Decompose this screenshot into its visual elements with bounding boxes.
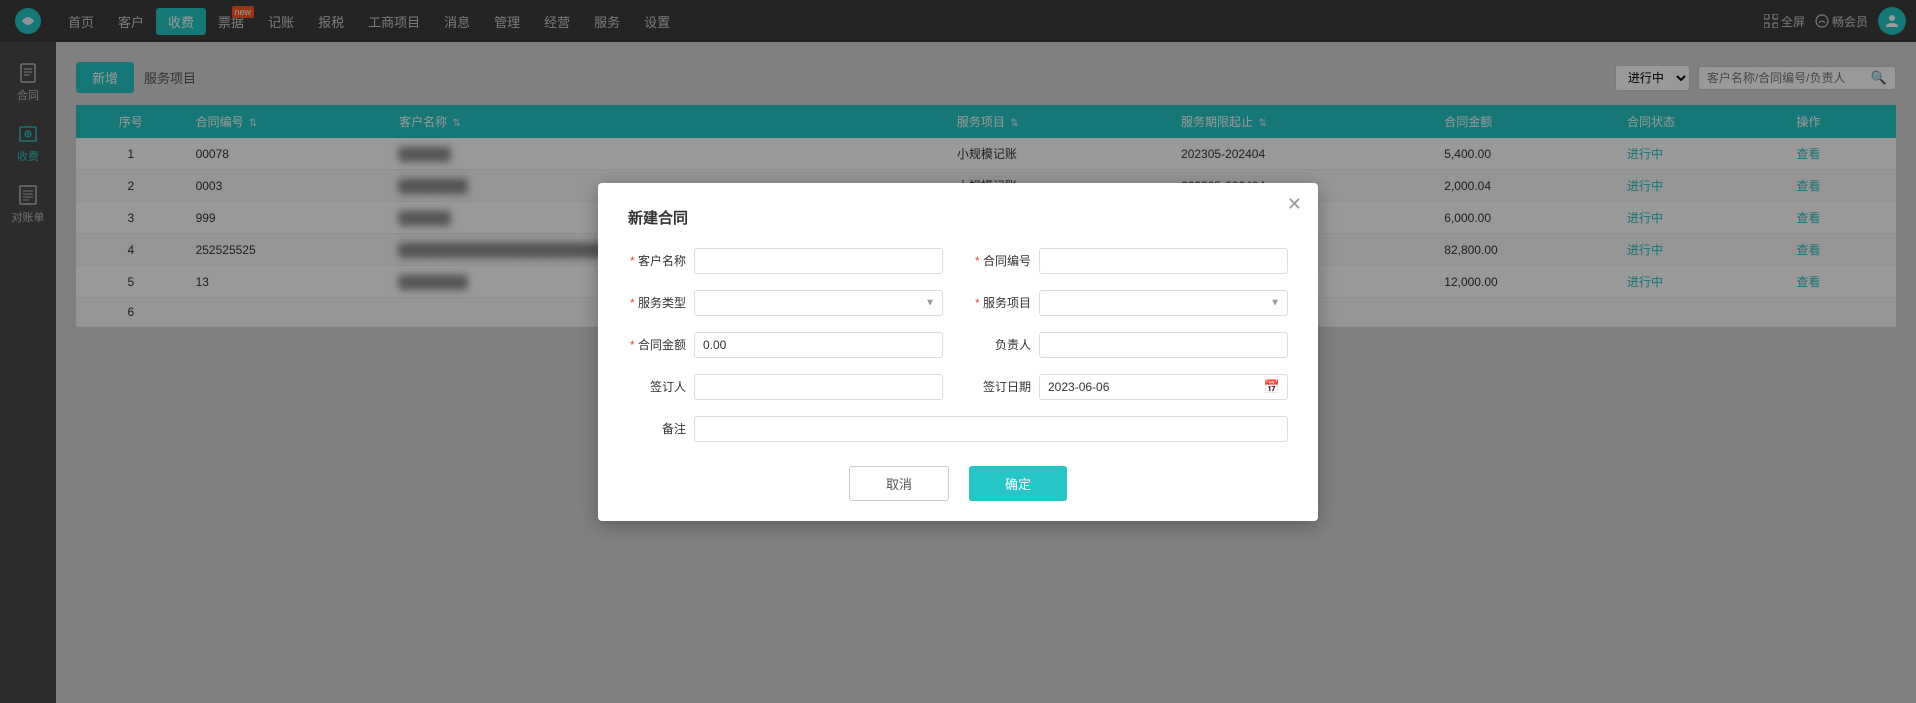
contract-no-input[interactable] <box>1039 248 1288 274</box>
field-contract-no: 合同编号 <box>973 248 1288 274</box>
customer-name-label: 客户名称 <box>628 252 686 269</box>
field-service-item: 服务项目 ▼ <box>973 290 1288 316</box>
field-sign-date: 签订日期 📅 <box>973 374 1288 400</box>
modal-title: 新建合同 <box>628 207 1288 228</box>
modal-form: 客户名称 合同编号 服务类型 ▼ 服务项目 <box>628 248 1288 442</box>
new-contract-modal: 新建合同 ✕ 客户名称 合同编号 服务类型 ▼ <box>598 183 1318 521</box>
service-type-label: 服务类型 <box>628 294 686 311</box>
contract-no-label: 合同编号 <box>973 252 1031 269</box>
field-remarks: 备注 <box>628 416 1288 442</box>
modal-footer: 取消 确定 <box>628 466 1288 501</box>
sign-date-input[interactable] <box>1039 374 1288 400</box>
modal-overlay: 新建合同 ✕ 客户名称 合同编号 服务类型 ▼ <box>0 0 1916 703</box>
remarks-label: 备注 <box>628 420 686 437</box>
customer-name-input[interactable] <box>694 248 943 274</box>
field-service-type: 服务类型 ▼ <box>628 290 943 316</box>
signer-input[interactable] <box>694 374 943 400</box>
service-item-label: 服务项目 <box>973 294 1031 311</box>
responsible-label: 负责人 <box>973 336 1031 353</box>
field-responsible: 负责人 <box>973 332 1288 358</box>
remarks-input[interactable] <box>694 416 1288 442</box>
responsible-input[interactable] <box>1039 332 1288 358</box>
service-type-select[interactable] <box>694 290 943 316</box>
modal-close-button[interactable]: ✕ <box>1287 195 1302 213</box>
service-item-select[interactable] <box>1039 290 1288 316</box>
field-contract-amount: 合同金额 <box>628 332 943 358</box>
sign-date-label: 签订日期 <box>973 378 1031 395</box>
confirm-button[interactable]: 确定 <box>969 466 1067 501</box>
service-type-select-wrap: ▼ <box>694 290 943 316</box>
sign-date-input-wrap: 📅 <box>1039 374 1288 400</box>
contract-amount-input[interactable] <box>694 332 943 358</box>
service-item-select-wrap: ▼ <box>1039 290 1288 316</box>
signer-label: 签订人 <box>628 378 686 395</box>
field-customer-name: 客户名称 <box>628 248 943 274</box>
field-signer: 签订人 <box>628 374 943 400</box>
cancel-button[interactable]: 取消 <box>849 466 949 501</box>
contract-amount-label: 合同金额 <box>628 336 686 353</box>
